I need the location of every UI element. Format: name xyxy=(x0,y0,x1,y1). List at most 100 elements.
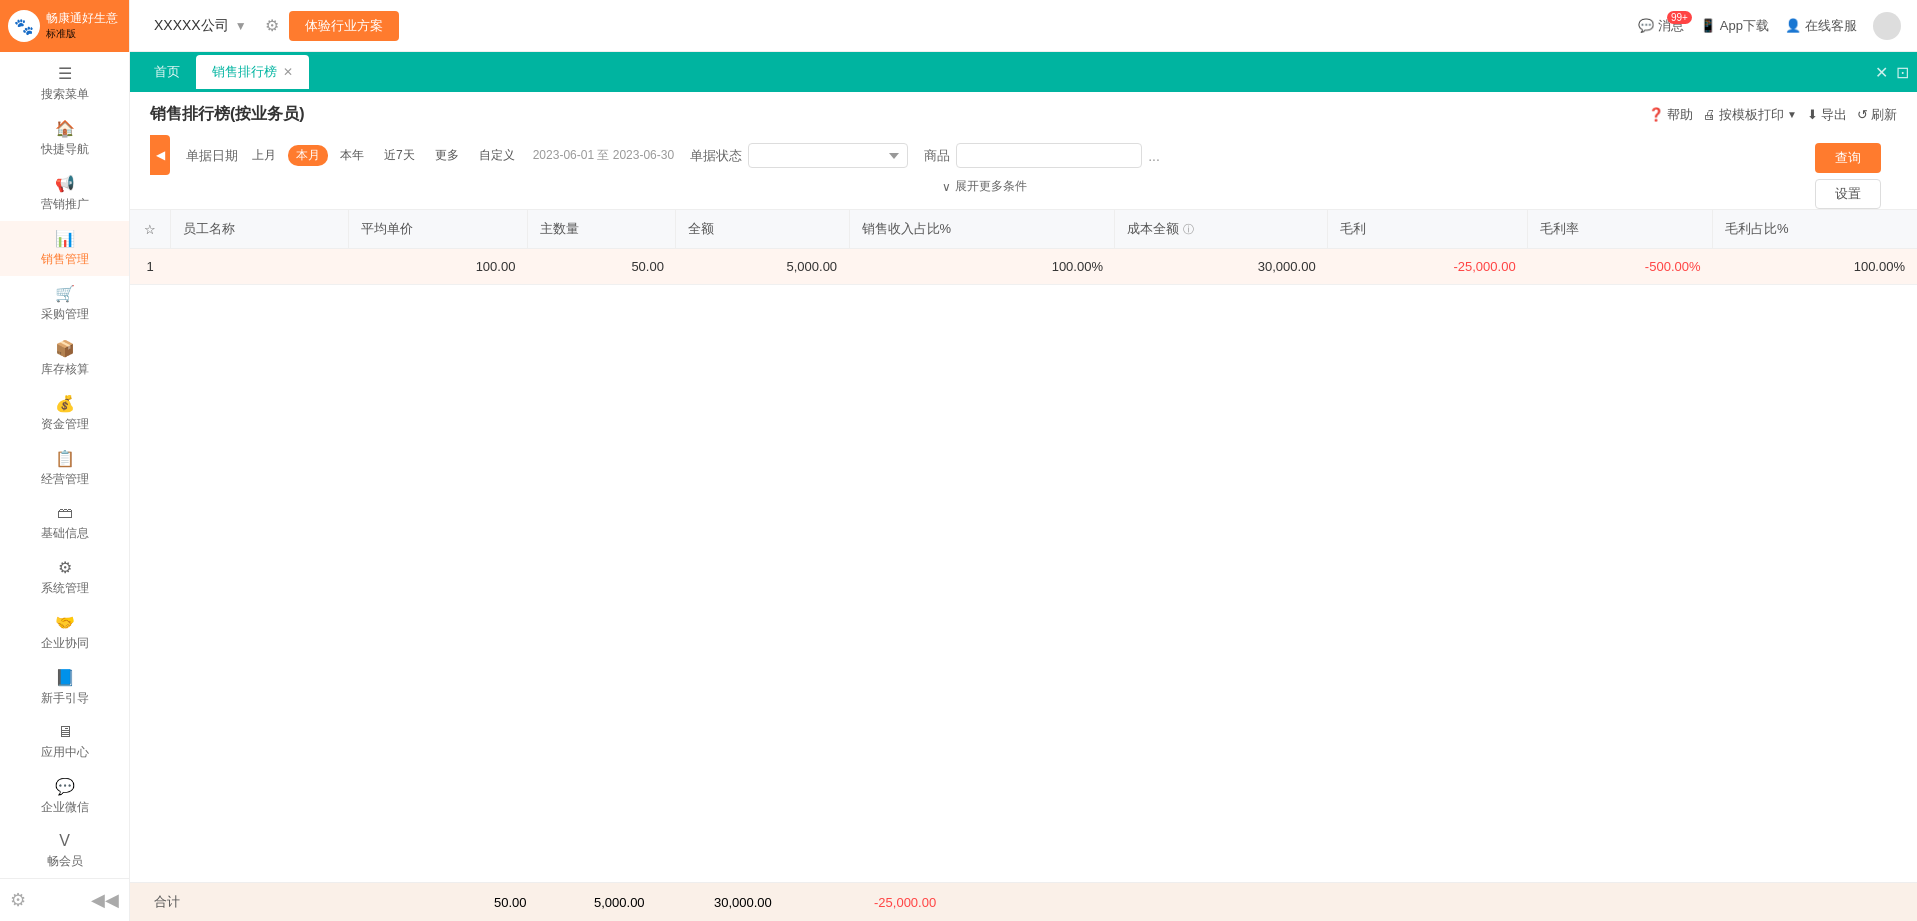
sidebar-label: 经营管理 xyxy=(41,471,89,488)
online-service-action[interactable]: 👤 在线客服 xyxy=(1785,17,1857,35)
sidebar-item-资金管理[interactable]: 💰资金管理 xyxy=(0,386,129,441)
sidebar-icon: 💰 xyxy=(55,394,75,413)
collapse-arrow[interactable]: ◀ xyxy=(150,135,170,175)
sidebar-item-营销推广[interactable]: 📢 营销推广 xyxy=(0,166,129,221)
sidebar: 🐾 畅康通好生意 标准版 ☰搜索菜单🏠快捷导航📢营销推广📊销售管理🛒采购管理📦库… xyxy=(0,0,130,921)
date-filter-label: 单据日期 xyxy=(186,147,238,165)
sidebar-item-基础信息[interactable]: 🗃基础信息 xyxy=(0,496,129,550)
tab-sales-ranking[interactable]: 销售排行榜 ✕ xyxy=(196,55,309,89)
expand-bar[interactable]: ∨ 展开更多条件 xyxy=(170,172,1799,201)
date-tab-this-month[interactable]: 本月 xyxy=(288,145,328,166)
sidebar-icon: 🤝 xyxy=(55,613,75,632)
table-row: 1 100.00 50.00 5,000.00 100.00% 30,000.0… xyxy=(130,249,1917,285)
user-avatar[interactable] xyxy=(1873,12,1901,40)
logo-text-block: 畅康通好生意 标准版 xyxy=(46,11,118,41)
sidebar-icon: 🛒 xyxy=(55,284,75,303)
help-action[interactable]: ❓ 帮助 xyxy=(1648,106,1693,124)
chevron-down-icon: ▼ xyxy=(235,19,247,33)
sidebar-label: 基础信息 xyxy=(41,525,89,542)
trial-button[interactable]: 体验行业方案 xyxy=(289,11,399,41)
refresh-label: 刷新 xyxy=(1871,106,1897,124)
app-download-label: App下载 xyxy=(1720,17,1769,35)
sidebar-icon: ☰ xyxy=(58,64,72,83)
sidebar-icon: 📋 xyxy=(55,449,75,468)
sidebar-label: 系统管理 xyxy=(41,580,89,597)
goods-filter-group: 商品 ... xyxy=(924,143,1160,168)
sidebar-label: 营销推广 xyxy=(41,196,89,213)
main-area: XXXXX公司 ▼ ⚙ 体验行业方案 💬 消息 99+ 📱 App下载 👤 在线… xyxy=(130,0,1917,921)
tabbar: 首页 销售排行榜 ✕ ✕ ⊡ xyxy=(130,52,1917,92)
date-tab-last-month[interactable]: 上月 xyxy=(244,145,284,166)
cell-name xyxy=(170,249,349,285)
window-close-icon[interactable]: ✕ xyxy=(1875,63,1888,82)
date-tab-this-year[interactable]: 本年 xyxy=(332,145,372,166)
cell-profit-pct: 100.00% xyxy=(1713,249,1917,285)
sidebar-item-企业微信[interactable]: 💬 企业微信 xyxy=(0,769,129,824)
sidebar-item-应用中心[interactable]: 🖥应用中心 xyxy=(0,715,129,769)
sidebar-icon: 🖥 xyxy=(57,723,73,741)
close-icon[interactable]: ✕ xyxy=(283,65,293,79)
page-header: 销售排行榜(按业务员) ❓ 帮助 🖨 按模板打印 ▼ ⬇ 导出 xyxy=(130,92,1917,210)
goods-more-icon[interactable]: ... xyxy=(1148,148,1160,164)
page-title-row: 销售排行榜(按业务员) ❓ 帮助 🖨 按模板打印 ▼ ⬇ 导出 xyxy=(150,104,1897,135)
table-header: ☆ 员工名称 平均单价 主数量 全额 销售收入占比% 成本全额 ⓘ 毛利 毛利率… xyxy=(130,210,1917,249)
tab-home[interactable]: 首页 xyxy=(138,55,196,89)
company-selector[interactable]: XXXXX公司 ▼ xyxy=(146,13,255,39)
col-profit: 毛利 xyxy=(1328,210,1528,249)
export-action[interactable]: ⬇ 导出 xyxy=(1807,106,1847,124)
refresh-action[interactable]: ↺ 刷新 xyxy=(1857,106,1897,124)
sidebar-icon: 🏠 xyxy=(55,119,75,138)
app-download-action[interactable]: 📱 App下载 xyxy=(1700,17,1769,35)
sidebar-label: 库存核算 xyxy=(41,361,89,378)
sidebar-item-搜索菜单[interactable]: ☰搜索菜单 xyxy=(0,56,129,111)
cell-sales-pct: 100.00% xyxy=(849,249,1115,285)
date-tab-7days[interactable]: 近7天 xyxy=(376,145,423,166)
sidebar-item-新手引导[interactable]: 📘新手引导 xyxy=(0,660,129,715)
expand-label: 展开更多条件 xyxy=(955,178,1027,195)
sidebar-item-销售管理[interactable]: 📊 销售管理 xyxy=(0,221,129,276)
col-profit-pct: 毛利占比% xyxy=(1713,210,1917,249)
topbar-right: 💬 消息 99+ 📱 App下载 👤 在线客服 xyxy=(1638,12,1901,40)
sidebar-icon: 📊 xyxy=(55,229,75,248)
settings-button[interactable]: 设置 xyxy=(1815,179,1881,209)
message-badge: 99+ xyxy=(1667,11,1692,24)
print-chevron-icon: ▼ xyxy=(1787,109,1797,120)
app-name: 畅康通好生意 xyxy=(46,11,118,27)
sidebar-label: 销售管理 xyxy=(41,251,89,268)
collapse-icon[interactable]: ◀◀ xyxy=(91,889,119,911)
topbar-settings-icon[interactable]: ⚙ xyxy=(265,16,279,35)
date-tab-more[interactable]: 更多 xyxy=(427,145,467,166)
sidebar-item-企业协同[interactable]: 🤝 企业协同 xyxy=(0,605,129,660)
sidebar-icon: 📢 xyxy=(55,174,75,193)
col-cost: 成本全额 ⓘ xyxy=(1115,210,1328,249)
sidebar-icon: 💬 xyxy=(55,777,75,796)
sidebar-item-采购管理[interactable]: 🛒采购管理 xyxy=(0,276,129,331)
footer-cost: 30,000.00 xyxy=(702,895,862,910)
sidebar-label: 企业微信 xyxy=(41,799,89,816)
date-range-display: 2023-06-01 至 2023-06-30 xyxy=(533,147,674,164)
print-action[interactable]: 🖨 按模板打印 ▼ xyxy=(1703,106,1797,124)
messages-action[interactable]: 💬 消息 99+ xyxy=(1638,17,1684,35)
status-filter-select[interactable] xyxy=(748,143,908,168)
service-icon: 👤 xyxy=(1785,18,1801,33)
sidebar-item-快捷导航[interactable]: 🏠快捷导航 xyxy=(0,111,129,166)
goods-filter-input[interactable] xyxy=(956,143,1142,168)
date-tabs: 上月 本月 本年 近7天 更多 自定义 xyxy=(244,145,523,166)
sidebar-item-库存核算[interactable]: 📦 库存核算 xyxy=(0,331,129,386)
sidebar-item-系统管理[interactable]: ⚙ 系统管理 xyxy=(0,550,129,605)
sidebar-icon: 📦 xyxy=(55,339,75,358)
sidebar-label: 新手引导 xyxy=(41,690,89,707)
export-icon: ⬇ xyxy=(1807,107,1818,122)
window-restore-icon[interactable]: ⊡ xyxy=(1896,63,1909,82)
table-body: 1 100.00 50.00 5,000.00 100.00% 30,000.0… xyxy=(130,249,1917,285)
query-button[interactable]: 查询 xyxy=(1815,143,1881,173)
app-sub: 标准版 xyxy=(46,27,118,41)
settings-icon[interactable]: ⚙ xyxy=(10,889,26,911)
date-filter-group: 单据日期 上月 本月 本年 近7天 更多 自定义 2023-06-01 至 20… xyxy=(186,145,674,166)
col-avg-price: 平均单价 xyxy=(349,210,528,249)
sidebar-item-经营管理[interactable]: 📋 经营管理 xyxy=(0,441,129,496)
sidebar-item-畅会员[interactable]: V畅会员 xyxy=(0,824,129,878)
sidebar-icon: ⚙ xyxy=(58,558,72,577)
date-tab-custom[interactable]: 自定义 xyxy=(471,145,523,166)
sidebar-label: 企业协同 xyxy=(41,635,89,652)
